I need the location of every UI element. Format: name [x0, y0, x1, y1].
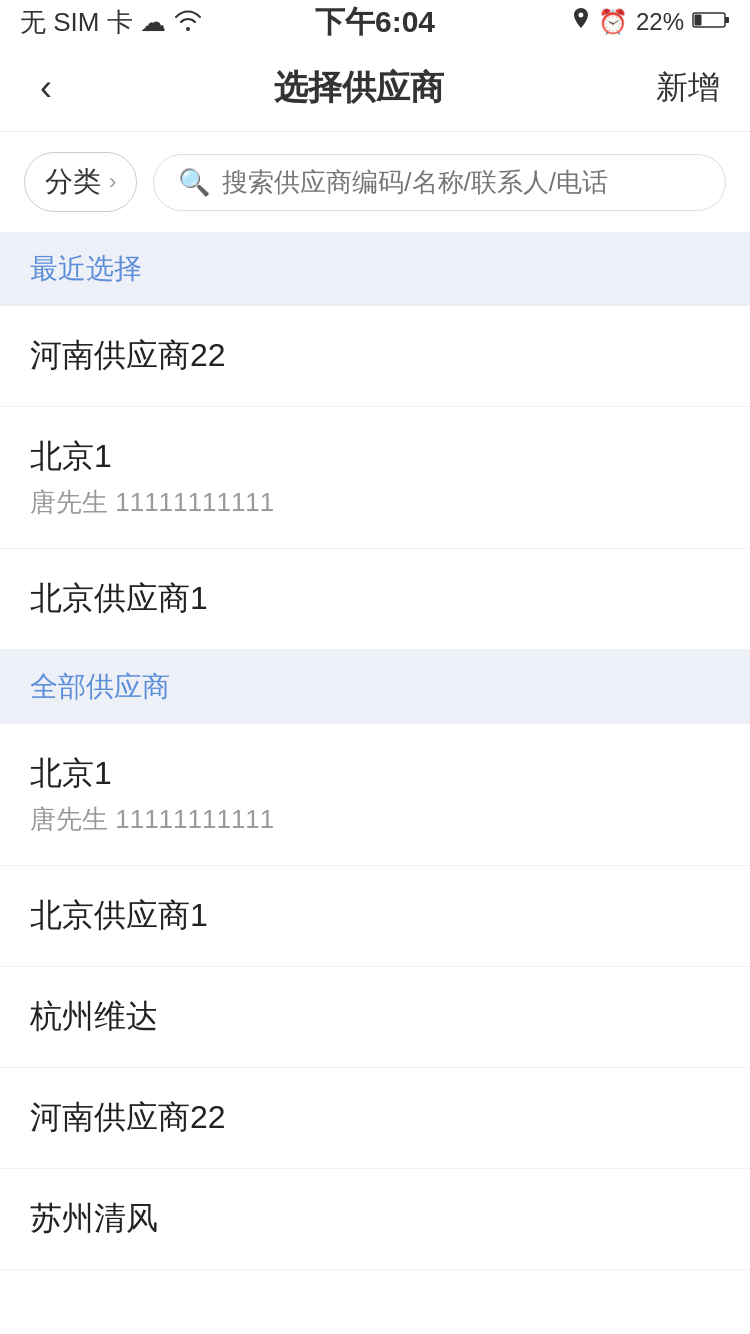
supplier-name: 河南供应商22 — [30, 1096, 720, 1140]
category-label: 分类 — [45, 163, 101, 201]
wifi-icon — [174, 7, 202, 38]
list-item[interactable]: 苏州清风 — [0, 1169, 750, 1270]
supplier-name: 北京供应商1 — [30, 577, 720, 621]
status-time: 下午6:04 — [315, 2, 435, 43]
supplier-name: 河南供应商22 — [30, 334, 720, 378]
list-item[interactable]: 北京1 唐先生 11111111111 — [0, 724, 750, 866]
back-button[interactable]: ‹ — [30, 57, 62, 119]
battery-label: 22% — [636, 8, 684, 36]
supplier-contact: 唐先生 11111111111 — [30, 802, 720, 837]
supplier-name: 杭州维达 — [30, 995, 720, 1039]
list-item[interactable]: 北京供应商1 — [0, 866, 750, 967]
list-item[interactable]: 北京1 唐先生 11111111111 — [0, 407, 750, 549]
add-button[interactable]: 新增 — [656, 66, 720, 110]
status-right: ⏰ 22% — [572, 8, 730, 36]
recent-list: 河南供应商22 北京1 唐先生 11111111111 北京供应商1 — [0, 306, 750, 650]
list-item[interactable]: 杭州维达 — [0, 967, 750, 1068]
recent-section-header: 最近选择 — [0, 232, 750, 306]
alarm-icon: ⏰ — [598, 8, 628, 36]
search-box[interactable]: 🔍 — [153, 154, 726, 211]
supplier-name: 北京供应商1 — [30, 894, 720, 938]
supplier-name: 北京1 — [30, 752, 720, 796]
chevron-right-icon: › — [109, 169, 116, 195]
sim-label: 无 SIM 卡 ☁ — [20, 5, 166, 40]
search-icon: 🔍 — [178, 167, 210, 198]
supplier-name: 苏州清风 — [30, 1197, 720, 1241]
battery-icon — [692, 8, 730, 36]
status-bar: 无 SIM 卡 ☁ 下午6:04 ⏰ 22% — [0, 0, 750, 44]
all-suppliers-list: 北京1 唐先生 11111111111 北京供应商1 杭州维达 河南供应商22 … — [0, 724, 750, 1270]
list-item[interactable]: 北京供应商1 — [0, 549, 750, 650]
supplier-name: 北京1 — [30, 435, 720, 479]
search-input[interactable] — [222, 167, 701, 198]
list-item[interactable]: 河南供应商22 — [0, 306, 750, 407]
location-icon — [572, 8, 590, 36]
all-section-header: 全部供应商 — [0, 650, 750, 724]
nav-bar: ‹ 选择供应商 新增 — [0, 44, 750, 132]
svg-rect-1 — [695, 15, 702, 26]
page-title: 选择供应商 — [274, 65, 444, 111]
supplier-contact: 唐先生 11111111111 — [30, 485, 720, 520]
svg-rect-2 — [725, 17, 729, 23]
list-item[interactable]: 河南供应商22 — [0, 1068, 750, 1169]
status-left: 无 SIM 卡 ☁ — [20, 5, 202, 40]
category-button[interactable]: 分类 › — [24, 152, 137, 212]
filter-bar: 分类 › 🔍 — [0, 132, 750, 232]
